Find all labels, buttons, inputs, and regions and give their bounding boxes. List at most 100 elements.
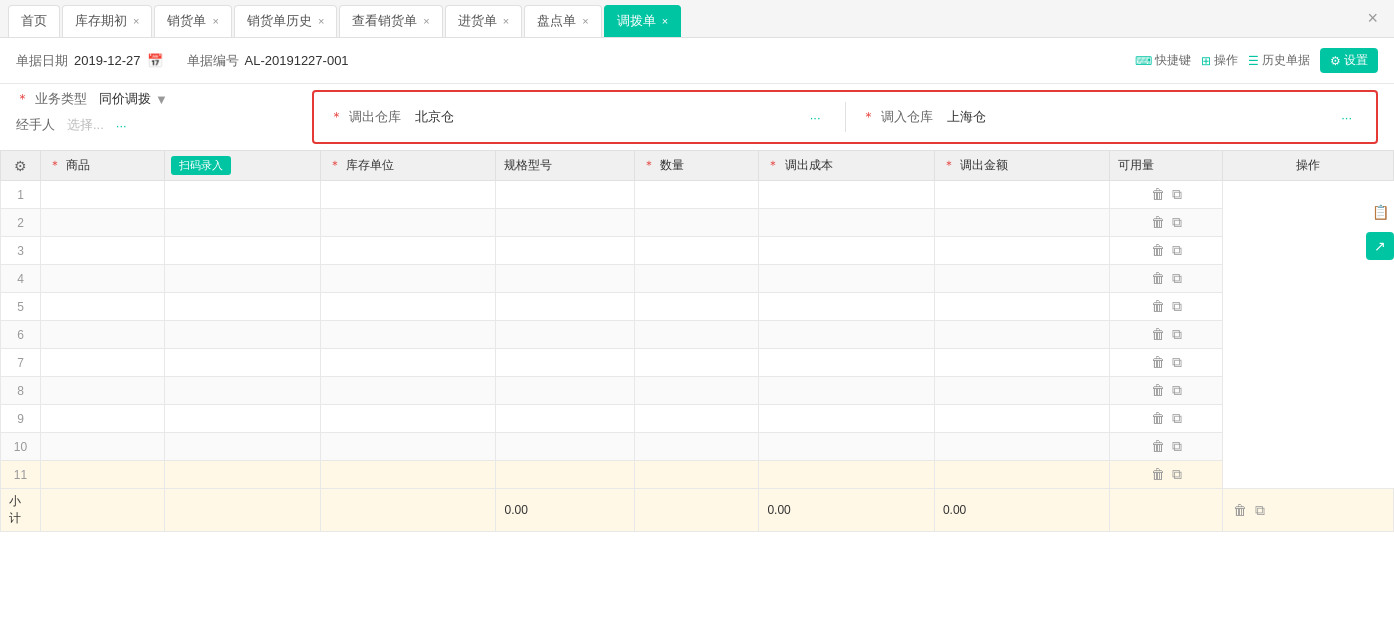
delete-icon-4[interactable]: 🗑: [1151, 270, 1165, 286]
biz-dropdown-icon: ▼: [155, 92, 168, 107]
tab-close-inventory-init[interactable]: ×: [133, 15, 139, 27]
col-unit-label: 库存单位: [346, 158, 394, 172]
tab-close-purchase-order[interactable]: ×: [503, 15, 509, 27]
handler-label: 经手人: [16, 116, 55, 134]
copy-icon-8[interactable]: ⧉: [1172, 382, 1182, 398]
history-btn[interactable]: ☰ 历史单据: [1248, 52, 1310, 69]
copy-icon-3[interactable]: ⧉: [1172, 242, 1182, 258]
product-cell-11[interactable]: [41, 461, 165, 489]
delete-icon-10[interactable]: 🗑: [1151, 438, 1165, 454]
sidebar-expand-icon[interactable]: ↗: [1366, 232, 1394, 260]
delete-icon-3[interactable]: 🗑: [1151, 242, 1165, 258]
in-warehouse-dots[interactable]: ···: [1333, 110, 1360, 125]
spec-cell-7: [320, 349, 496, 377]
delete-icon-8[interactable]: 🗑: [1151, 382, 1165, 398]
qty-cell-7: [496, 349, 635, 377]
history-label: 历史单据: [1262, 52, 1310, 69]
sidebar-doc-icon[interactable]: 📋: [1368, 200, 1392, 224]
subtotal-qty: 0.00: [496, 489, 635, 532]
cost-cell-11: [635, 461, 759, 489]
delete-icon-7[interactable]: 🗑: [1151, 354, 1165, 370]
tab-sales-history[interactable]: 销货单历史 ×: [234, 5, 337, 37]
product-cell-3[interactable]: [41, 237, 165, 265]
shortcuts-btn[interactable]: ⌨ 快捷键: [1135, 52, 1191, 69]
calendar-icon[interactable]: 📅: [147, 53, 163, 68]
copy-icon-10[interactable]: ⧉: [1172, 438, 1182, 454]
copy-icon-7[interactable]: ⧉: [1172, 354, 1182, 370]
unit-cell-11: [165, 461, 321, 489]
tab-inventory-check[interactable]: 盘点单 ×: [524, 5, 601, 37]
handler-dots[interactable]: ···: [116, 118, 127, 133]
tab-home[interactable]: 首页: [8, 5, 60, 37]
qty-cell-4: [496, 265, 635, 293]
product-cell-4[interactable]: [41, 265, 165, 293]
delete-icon-9[interactable]: 🗑: [1151, 410, 1165, 426]
product-cell-6[interactable]: [41, 321, 165, 349]
product-cell-1[interactable]: [41, 181, 165, 209]
delete-icon-1[interactable]: 🗑: [1151, 186, 1165, 202]
col-qty-req: ＊: [643, 158, 655, 172]
shortcuts-label: 快捷键: [1155, 52, 1191, 69]
subtotal-copy-icon[interactable]: ⧉: [1255, 502, 1265, 518]
table-settings-icon[interactable]: ⚙: [14, 158, 27, 174]
tab-transfer-order[interactable]: 调拨单 ×: [604, 5, 681, 37]
handler-select[interactable]: 选择...: [67, 116, 104, 134]
delete-icon-5[interactable]: 🗑: [1151, 298, 1165, 314]
tab-close-sales-order[interactable]: ×: [212, 15, 218, 27]
table-row: 9 🗑 ⧉: [1, 405, 1394, 433]
cost-cell-5: [635, 293, 759, 321]
table-row: 2 🗑 ⧉: [1, 209, 1394, 237]
tab-sales-order[interactable]: 销货单 ×: [154, 5, 231, 37]
tab-purchase-order[interactable]: 进货单 ×: [445, 5, 522, 37]
product-cell-2[interactable]: [41, 209, 165, 237]
scan-button[interactable]: 扫码录入: [171, 156, 231, 175]
copy-icon-2[interactable]: ⧉: [1172, 214, 1182, 230]
in-warehouse-label: 调入仓库: [881, 108, 933, 126]
tab-close-inventory-check[interactable]: ×: [582, 15, 588, 27]
copy-icon-11[interactable]: ⧉: [1172, 466, 1182, 482]
copy-icon-6[interactable]: ⧉: [1172, 326, 1182, 342]
table-row: 8 🗑 ⧉: [1, 377, 1394, 405]
tab-close-transfer-order[interactable]: ×: [662, 15, 668, 27]
copy-icon-9[interactable]: ⧉: [1172, 410, 1182, 426]
spec-cell-5: [320, 293, 496, 321]
spec-cell-8: [320, 377, 496, 405]
available-cell-3: [934, 237, 1110, 265]
tab-close-view-sales[interactable]: ×: [423, 15, 429, 27]
col-amount: ＊ 调出金额: [934, 151, 1110, 181]
product-cell-10[interactable]: [41, 433, 165, 461]
delete-icon-2[interactable]: 🗑: [1151, 214, 1165, 230]
col-spec: 规格型号: [496, 151, 635, 181]
product-cell-8[interactable]: [41, 377, 165, 405]
subtotal-delete-icon[interactable]: 🗑: [1233, 502, 1247, 518]
qty-cell-3: [496, 237, 635, 265]
available-cell-7: [934, 349, 1110, 377]
ops-cell-8: 🗑 ⧉: [1110, 377, 1223, 405]
amount-cell-10: [759, 433, 935, 461]
tab-inventory-init[interactable]: 库存期初 ×: [62, 5, 152, 37]
delete-icon-6[interactable]: 🗑: [1151, 326, 1165, 342]
biz-select[interactable]: 同价调拨 ▼: [99, 90, 168, 108]
col-cost-label: 调出成本: [785, 158, 833, 172]
tab-view-sales[interactable]: 查看销货单 ×: [339, 5, 442, 37]
tab-close-sales-history[interactable]: ×: [318, 15, 324, 27]
copy-icon-4[interactable]: ⧉: [1172, 270, 1182, 286]
copy-icon-1[interactable]: ⧉: [1172, 186, 1182, 202]
product-cell-9[interactable]: [41, 405, 165, 433]
product-cell-5[interactable]: [41, 293, 165, 321]
col-unit: ＊ 库存单位: [320, 151, 496, 181]
doc-date-label: 单据日期: [16, 52, 68, 70]
unit-cell-10: [165, 433, 321, 461]
available-cell-1: [934, 181, 1110, 209]
amount-cell-2: [759, 209, 935, 237]
biz-value: 同价调拨: [99, 90, 151, 108]
delete-icon-11[interactable]: 🗑: [1151, 466, 1165, 482]
out-warehouse-dots[interactable]: ···: [802, 110, 829, 125]
product-cell-7[interactable]: [41, 349, 165, 377]
copy-icon-5[interactable]: ⧉: [1172, 298, 1182, 314]
amount-cell-4: [759, 265, 935, 293]
doc-no-label: 单据编号: [187, 52, 239, 70]
unit-cell-2: [165, 209, 321, 237]
operations-btn[interactable]: ⊞ 操作: [1201, 52, 1238, 69]
shortcuts-icon: ⌨: [1135, 54, 1152, 68]
